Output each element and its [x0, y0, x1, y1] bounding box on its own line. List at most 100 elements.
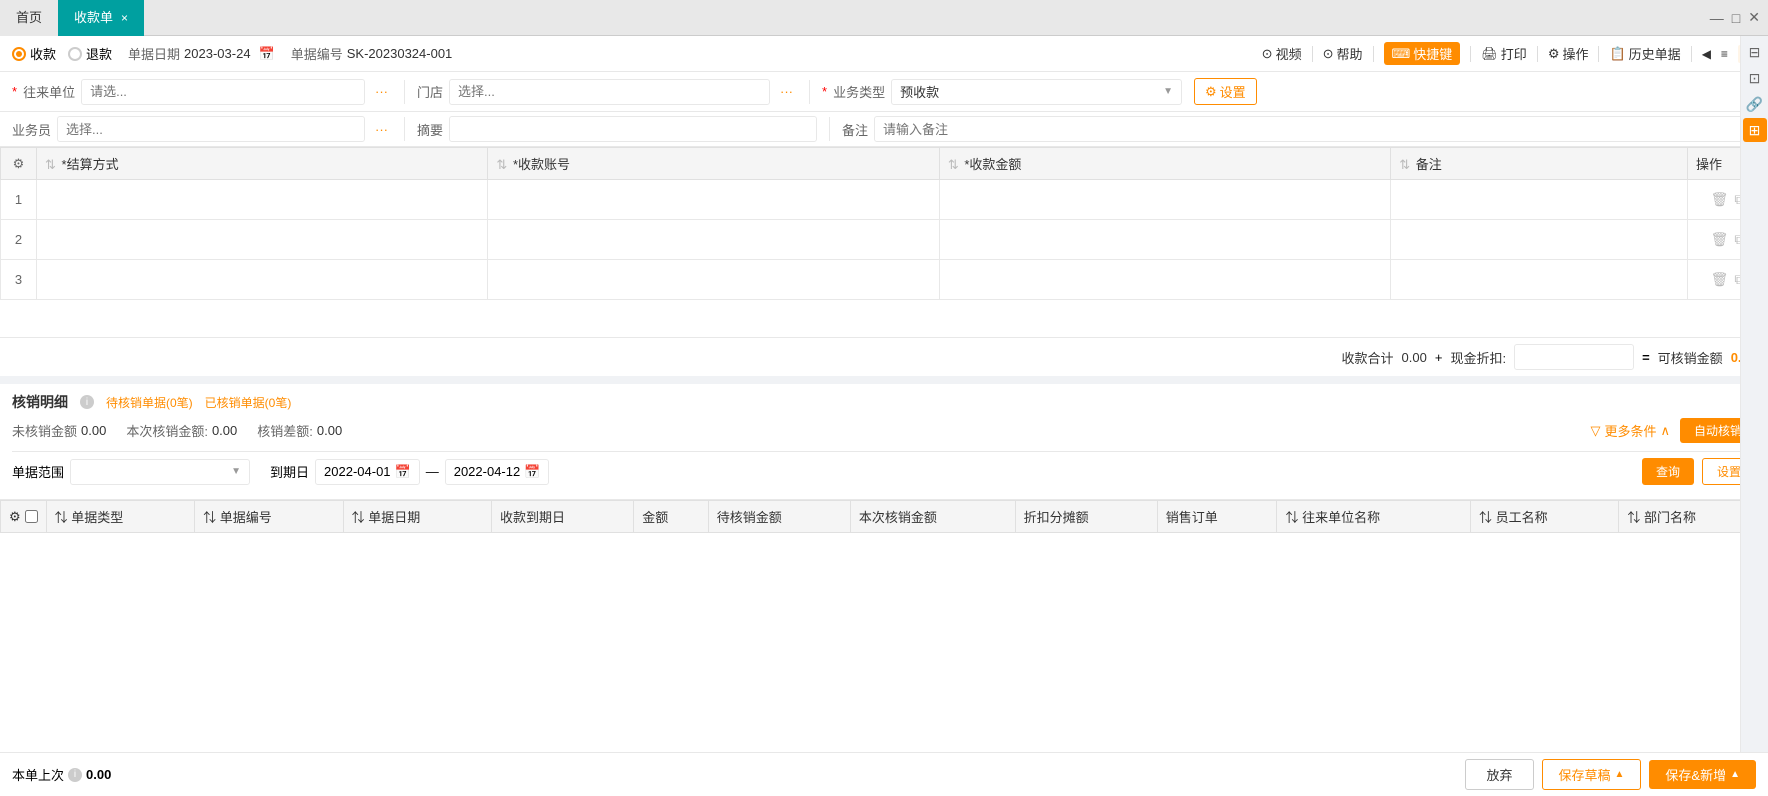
layout-prev-icon[interactable]: ◀ — [1702, 47, 1711, 61]
col-account: ⇅ *收款账号 — [488, 148, 939, 180]
row3-delete-icon[interactable]: 🗑 — [1711, 271, 1729, 288]
row1-settlement[interactable] — [37, 180, 488, 220]
col-amount-label: *收款金额 — [964, 157, 1021, 172]
close-button[interactable]: ✕ — [1748, 9, 1760, 26]
tab-home[interactable]: 首页 — [0, 0, 58, 36]
reconcile-info-icon[interactable]: i — [80, 395, 94, 409]
bottom-col-check-settings[interactable]: ⚙ — [1, 501, 47, 533]
save-draft-button[interactable]: 保存草稿 ▲ — [1542, 759, 1642, 790]
date-calendar-icon[interactable]: 📅 — [259, 46, 275, 62]
sort-icon-amount[interactable]: ⇅ — [948, 157, 959, 172]
select-all-checkbox[interactable] — [25, 510, 38, 523]
row3-amount[interactable] — [939, 260, 1390, 300]
discard-button[interactable]: 放弃 — [1465, 759, 1533, 790]
more-filter-button[interactable]: ▽ 更多条件 ∧ — [1590, 421, 1670, 440]
sort-icon-partner[interactable]: ⇅ — [1285, 510, 1298, 525]
toolbar-right: ⊙ 视频 ⊙ 帮助 ⌨ 快捷键 🖨 打印 ⚙ 操作 — [1262, 42, 1756, 65]
panel-icon-3[interactable]: 🔗 — [1743, 92, 1767, 116]
pending-tab-link[interactable]: 待核销单据(0笔) — [106, 394, 193, 411]
row3-remark[interactable] — [1391, 260, 1688, 300]
help-button[interactable]: ⊙ 帮助 — [1323, 44, 1363, 63]
sort-icon-settlement[interactable]: ⇅ — [45, 157, 56, 172]
discount-input[interactable] — [1514, 344, 1634, 370]
tab-active[interactable]: 收款单 × — [58, 0, 144, 36]
date-from-input[interactable]: 2022-04-01 📅 — [315, 459, 420, 485]
sort-icon-staff[interactable]: ⇅ — [1479, 510, 1492, 525]
store-more-icon[interactable]: ··· — [776, 84, 797, 99]
divider-form4 — [829, 117, 830, 141]
sort-icon-remark[interactable]: ⇅ — [1399, 157, 1410, 172]
row2-settlement[interactable] — [37, 220, 488, 260]
date-from-icon[interactable]: 📅 — [395, 464, 411, 480]
panel-icon-1[interactable]: ⊟ — [1743, 40, 1767, 64]
shortcut-icon: ⌨ — [1392, 46, 1411, 62]
tab-close-icon[interactable]: × — [121, 0, 128, 36]
staff-input[interactable] — [57, 116, 365, 142]
col-remark: ⇅ 备注 — [1391, 148, 1688, 180]
partner-more-icon[interactable]: ··· — [371, 84, 392, 99]
history-button[interactable]: 📋 历史单据 — [1609, 44, 1680, 63]
done-tab-link[interactable]: 已核销单据(0笔) — [205, 394, 292, 411]
toolbar-row: 收款 退款 单据日期 2023-03-24 📅 单据编号 SK-20230324… — [0, 36, 1768, 72]
radio-dot-receive — [12, 47, 26, 61]
setting-gear-icon: ⚙ — [1205, 84, 1217, 100]
tab-bar: 首页 收款单 × — □ ✕ — [0, 0, 1768, 36]
staff-more-icon[interactable]: ··· — [371, 122, 392, 137]
minimize-button[interactable]: — — [1710, 10, 1724, 26]
operation-button[interactable]: ⚙ 操作 — [1548, 44, 1589, 63]
panel-icon-2[interactable]: ⊡ — [1743, 66, 1767, 90]
table-gear-icon[interactable]: ⚙ — [13, 156, 25, 171]
scope-field: 单据范围 ▼ — [12, 459, 250, 485]
table-row: 1 🗑 ⧉ — [1, 180, 1768, 220]
row-num-2: 2 — [1, 220, 37, 260]
row1-delete-icon[interactable]: 🗑 — [1711, 191, 1729, 208]
staff-field: 业务员 ··· — [12, 116, 392, 142]
sort-icon-dept[interactable]: ⇅ — [1627, 510, 1640, 525]
sort-icon-account[interactable]: ⇅ — [496, 157, 507, 172]
bottom-col-pending: 待核销金额 — [708, 501, 850, 533]
form-row2: 业务员 ··· 摘要 备注 — [0, 112, 1768, 147]
scope-select[interactable]: ▼ — [70, 459, 250, 485]
row1-account[interactable] — [488, 180, 939, 220]
date-to-icon[interactable]: 📅 — [524, 464, 540, 480]
maximize-button[interactable]: □ — [1732, 10, 1740, 26]
row2-remark[interactable] — [1391, 220, 1688, 260]
sort-icon-no[interactable]: ⇅ — [203, 510, 216, 525]
query-button[interactable]: 查询 — [1642, 458, 1694, 485]
shortcut-button[interactable]: ⌨ 快捷键 — [1384, 42, 1461, 65]
table-footer-row: 收款合计 0.00 + 现金折扣: = 可核销金额 0.00 — [0, 337, 1768, 376]
reconcile-header: 核销明细 i 待核销单据(0笔) 已核销单据(0笔) — [12, 392, 1756, 412]
row1-amount[interactable] — [939, 180, 1390, 220]
video-button[interactable]: ⊙ 视频 — [1262, 44, 1302, 63]
reconcile-title: 核销明细 — [12, 392, 68, 412]
store-field: 门店 ··· — [417, 79, 797, 105]
sort-icon-type[interactable]: ⇅ — [55, 510, 68, 525]
date-to-input[interactable]: 2022-04-12 📅 — [445, 459, 550, 485]
date-range-field: 到期日 2022-04-01 📅 — 2022-04-12 📅 — [270, 459, 549, 485]
partner-input[interactable] — [81, 79, 365, 105]
print-button[interactable]: 🖨 打印 — [1481, 44, 1527, 63]
layout-icon[interactable]: ≡ — [1721, 47, 1728, 61]
row3-account[interactable] — [488, 260, 939, 300]
store-input[interactable] — [449, 79, 770, 105]
col-settings[interactable]: ⚙ — [1, 148, 37, 180]
summary-input[interactable] — [449, 116, 817, 142]
setting-button[interactable]: ⚙ 设置 — [1194, 78, 1257, 105]
row2-account[interactable] — [488, 220, 939, 260]
row1-remark[interactable] — [1391, 180, 1688, 220]
sort-icon-date[interactable]: ⇅ — [352, 510, 365, 525]
row2-amount[interactable] — [939, 220, 1390, 260]
diff-stat: 核销差额: 0.00 — [257, 421, 342, 440]
radio-receive[interactable]: 收款 — [12, 44, 56, 63]
divider1 — [1312, 46, 1313, 62]
panel-icon-4[interactable]: ⊞ — [1743, 118, 1767, 142]
remark-input[interactable] — [874, 116, 1756, 142]
prev-info-icon[interactable]: i — [68, 768, 82, 782]
biztype-select[interactable]: 预收款 ▼ — [891, 79, 1182, 105]
radio-refund[interactable]: 退款 — [68, 44, 112, 63]
bottom-col-date: ⇅ 单据日期 — [343, 501, 491, 533]
row2-delete-icon[interactable]: 🗑 — [1711, 231, 1729, 248]
row3-settlement[interactable] — [37, 260, 488, 300]
bottom-gear-icon[interactable]: ⚙ — [9, 509, 21, 525]
save-new-button[interactable]: 保存&新增 ▲ — [1649, 760, 1756, 789]
